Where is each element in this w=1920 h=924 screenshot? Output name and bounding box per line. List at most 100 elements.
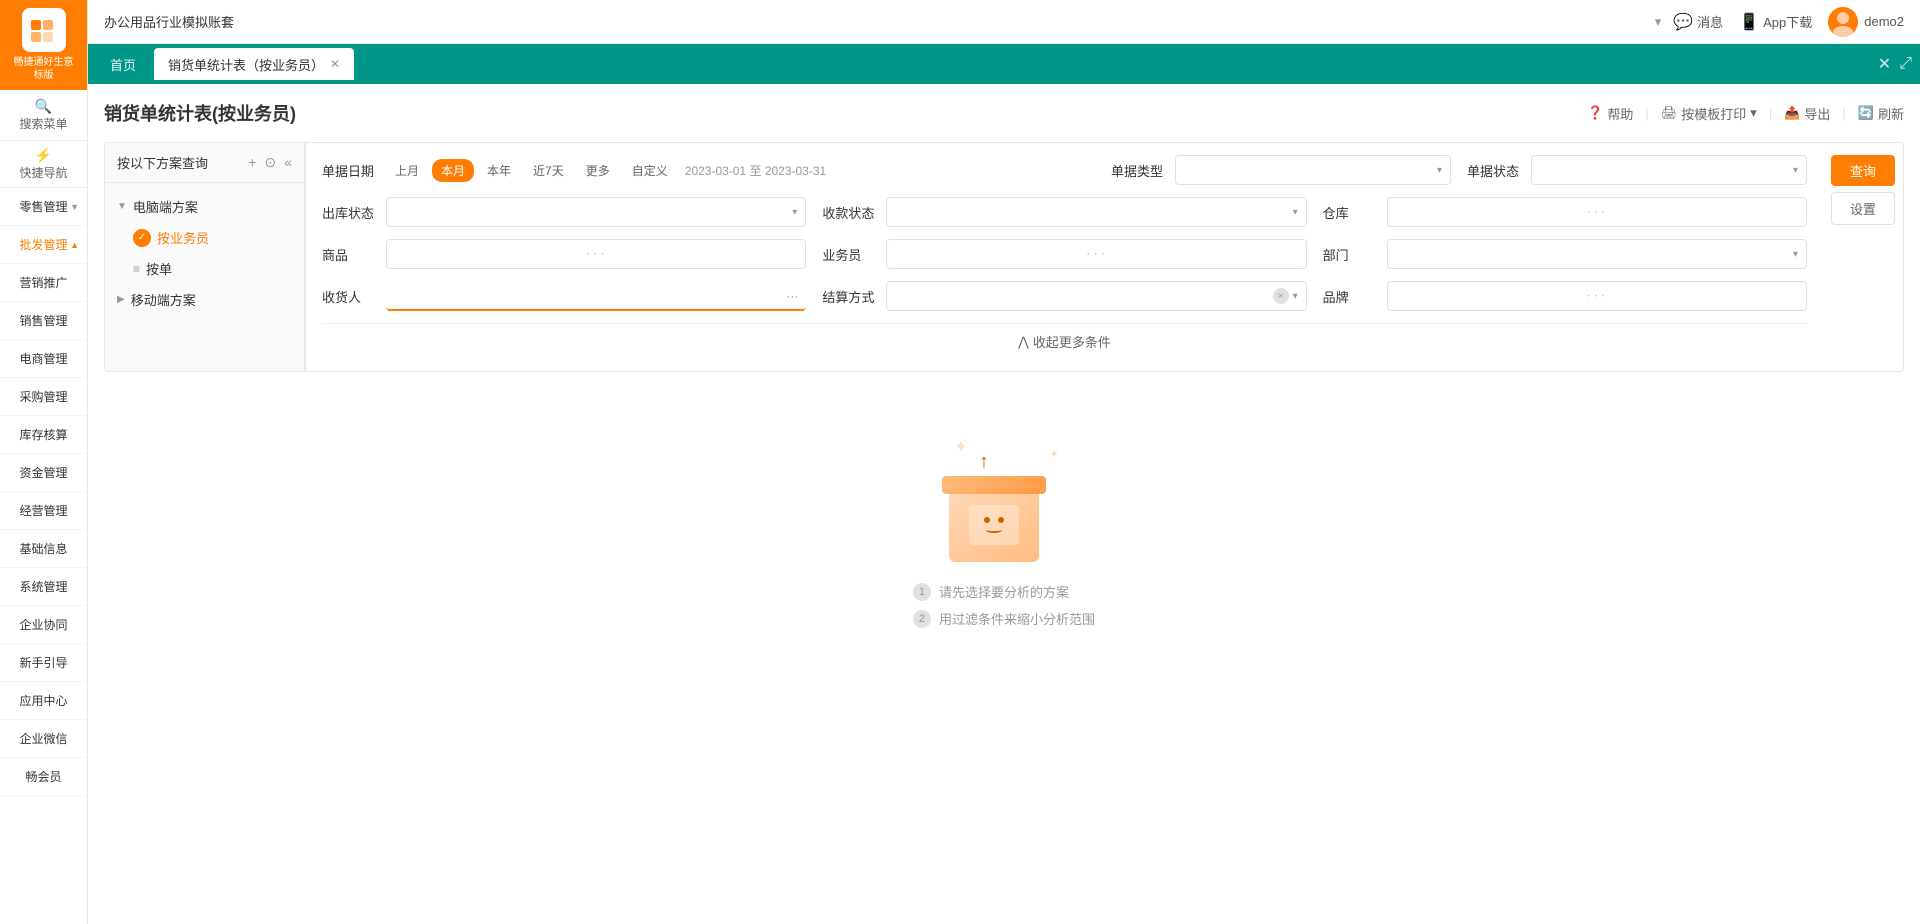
sidebar-item-operation[interactable]: 经营管理: [0, 492, 87, 530]
sidebar-item-system[interactable]: 系统管理: [0, 568, 87, 606]
goods-dots[interactable]: ···: [585, 245, 607, 263]
custom-btn[interactable]: 自定义: [623, 159, 677, 182]
sidebar-item-inventory[interactable]: 库存核算: [0, 416, 87, 454]
goods-filter: 商品 ···: [322, 239, 806, 269]
doc-type-dropdown[interactable]: ▾: [1175, 155, 1451, 185]
message-button[interactable]: 💬 消息: [1673, 12, 1723, 32]
user-menu[interactable]: demo2: [1828, 7, 1904, 37]
department-filter: 部门 ▾: [1323, 239, 1807, 269]
left-panel-header: 按以下方案查询 + ⊙ «: [105, 143, 304, 183]
collapse-panel-icon[interactable]: «: [284, 154, 292, 171]
sidebar-item-retail[interactable]: 零售管理: [0, 188, 87, 226]
content-area: 销货单统计表(按业务员) ❓ 帮助 | 🖨 按模板打印 ▾ | 📤: [88, 84, 1920, 924]
tree-section-pc[interactable]: ▼ 电脑端方案: [105, 191, 304, 222]
department-arrow: ▾: [1793, 249, 1798, 260]
hint-1: 1 请先选择要分析的方案: [913, 582, 1095, 601]
sidebar-quicknav[interactable]: ⚡ 快捷导航: [0, 141, 87, 188]
tab-sales-stat[interactable]: 销货单统计表（按业务员） ✕: [154, 48, 354, 80]
brand-dropdown[interactable]: ···: [1387, 281, 1807, 311]
warehouse-dots[interactable]: ···: [1586, 203, 1608, 221]
warehouse-filter: 仓库 ···: [1323, 197, 1807, 227]
settlement-filter: 结算方式 × ▾: [822, 281, 1306, 311]
settings-scheme-icon[interactable]: ⊙: [264, 154, 276, 171]
left-panel-title: 按以下方案查询: [117, 153, 208, 172]
brand-dots[interactable]: ···: [1586, 287, 1608, 305]
separator3: |: [1842, 106, 1845, 121]
this-month-btn[interactable]: 本月: [432, 159, 474, 182]
logo-icon: [22, 8, 66, 52]
sidebar-item-marketing[interactable]: 营销推广: [0, 264, 87, 302]
stock-status-dropdown[interactable]: ▾: [386, 197, 806, 227]
left-panel: 按以下方案查询 + ⊙ « ▼ 电脑端方案: [105, 143, 305, 371]
stock-status-arrow: ▾: [792, 207, 797, 218]
page-header-actions: ❓ 帮助 | 🖨 按模板打印 ▾ | 📤 导出 |: [1587, 104, 1904, 123]
last7days-btn[interactable]: 近7天: [524, 159, 573, 182]
topbar-dropdown-icon[interactable]: ▾: [1655, 14, 1662, 30]
sidebar-item-wholesale[interactable]: 批发管理: [0, 226, 87, 264]
consignee-input[interactable]: [386, 281, 806, 311]
sidebar-item-purchase[interactable]: 采购管理: [0, 378, 87, 416]
page-title: 销货单统计表(按业务员): [104, 100, 296, 126]
export-button[interactable]: 📤 导出: [1784, 104, 1830, 123]
warehouse-dropdown[interactable]: ···: [1387, 197, 1807, 227]
print-icon: 🖨: [1661, 105, 1678, 121]
this-year-btn[interactable]: 本年: [478, 159, 520, 182]
star2: ✦: [1049, 447, 1059, 461]
sidebar-item-enterprise[interactable]: 企业协同: [0, 606, 87, 644]
print-button[interactable]: 🖨 按模板打印 ▾: [1661, 104, 1757, 123]
sidebar-logo[interactable]: 畅捷通好生意 标版: [0, 0, 87, 90]
collapse-filters-btn[interactable]: ⋀ 收起更多条件: [322, 323, 1807, 359]
brand-filter: 品牌 ···: [1323, 281, 1807, 311]
sidebar-item-basic[interactable]: 基础信息: [0, 530, 87, 568]
print-dropdown-icon: ▾: [1750, 105, 1757, 121]
sidebar-item-ecommerce[interactable]: 电商管理: [0, 340, 87, 378]
salesperson-dots[interactable]: ···: [1086, 245, 1108, 263]
tab-home[interactable]: 首页: [96, 48, 150, 80]
sidebar-item-appstore[interactable]: 应用中心: [0, 682, 87, 720]
app-download-button[interactable]: 📱 App下载: [1739, 12, 1812, 32]
sidebar-item-sales[interactable]: 销售管理: [0, 302, 87, 340]
settlement-dropdown[interactable]: × ▾: [886, 281, 1306, 311]
department-dropdown[interactable]: ▾: [1387, 239, 1807, 269]
consignee-input-wrapper: ···: [386, 281, 806, 311]
tree-item-salesperson[interactable]: ✓ 按业务员: [105, 222, 304, 253]
topbar: 办公用品行业模拟账套 ▾ 💬 消息 📱 App下载 demo2: [88, 0, 1920, 44]
star1: ✦: [954, 437, 967, 457]
add-scheme-icon[interactable]: +: [248, 154, 256, 171]
refresh-button[interactable]: 🔄 刷新: [1858, 104, 1904, 123]
doc-status-arrow: ▾: [1793, 165, 1798, 176]
tree-arrow-right: ▶: [117, 294, 125, 305]
salesperson-dropdown[interactable]: ···: [886, 239, 1306, 269]
settlement-arrow: ▾: [1293, 291, 1298, 302]
separator1: |: [1645, 106, 1648, 121]
left-panel-tree: ▼ 电脑端方案 ✓ 按业务员 ≡ 按单 ▶: [105, 183, 304, 323]
consignee-dots-icon[interactable]: ···: [786, 289, 798, 303]
date-range-text: 2023-03-01 至 2023-03-31: [685, 162, 826, 179]
doc-status-label: 单据状态: [1467, 161, 1523, 180]
tab-close-icon[interactable]: ✕: [330, 57, 340, 71]
tab-expand-icon[interactable]: ⤢: [1899, 55, 1912, 73]
tree-section-mobile[interactable]: ▶ 移动端方案: [105, 284, 304, 315]
consignee-label: 收货人: [322, 287, 378, 306]
doc-status-dropdown[interactable]: ▾: [1531, 155, 1807, 185]
last-month-btn[interactable]: 上月: [386, 159, 428, 182]
doc-status-filter: 单据状态 ▾: [1467, 155, 1807, 185]
settlement-clear-btn[interactable]: ×: [1273, 288, 1289, 304]
sidebar-item-wechat[interactable]: 企业微信: [0, 720, 87, 758]
more-btn[interactable]: 更多: [577, 159, 619, 182]
payment-status-filter: 收款状态 ▾: [822, 197, 1306, 227]
doc-type-filter: 单据类型 ▾: [1111, 155, 1451, 185]
sidebar-item-newbie[interactable]: 新手引导: [0, 644, 87, 682]
sidebar-item-finance[interactable]: 资金管理: [0, 454, 87, 492]
sidebar-item-member[interactable]: 畅会员: [0, 758, 87, 796]
tree-item-order[interactable]: ≡ 按单: [105, 253, 304, 284]
sidebar-search[interactable]: 🔍 搜索菜单: [0, 90, 87, 141]
export-icon: 📤: [1784, 105, 1800, 121]
filter-row-2: 出库状态 ▾ 收款状态 ▾: [322, 197, 1807, 227]
goods-dropdown[interactable]: ···: [386, 239, 806, 269]
query-button[interactable]: 查询: [1831, 155, 1895, 186]
settings-button[interactable]: 设置: [1831, 192, 1895, 225]
help-button[interactable]: ❓ 帮助: [1587, 104, 1633, 123]
tab-close-all-icon[interactable]: ✕: [1878, 54, 1891, 74]
payment-status-dropdown[interactable]: ▾: [886, 197, 1306, 227]
